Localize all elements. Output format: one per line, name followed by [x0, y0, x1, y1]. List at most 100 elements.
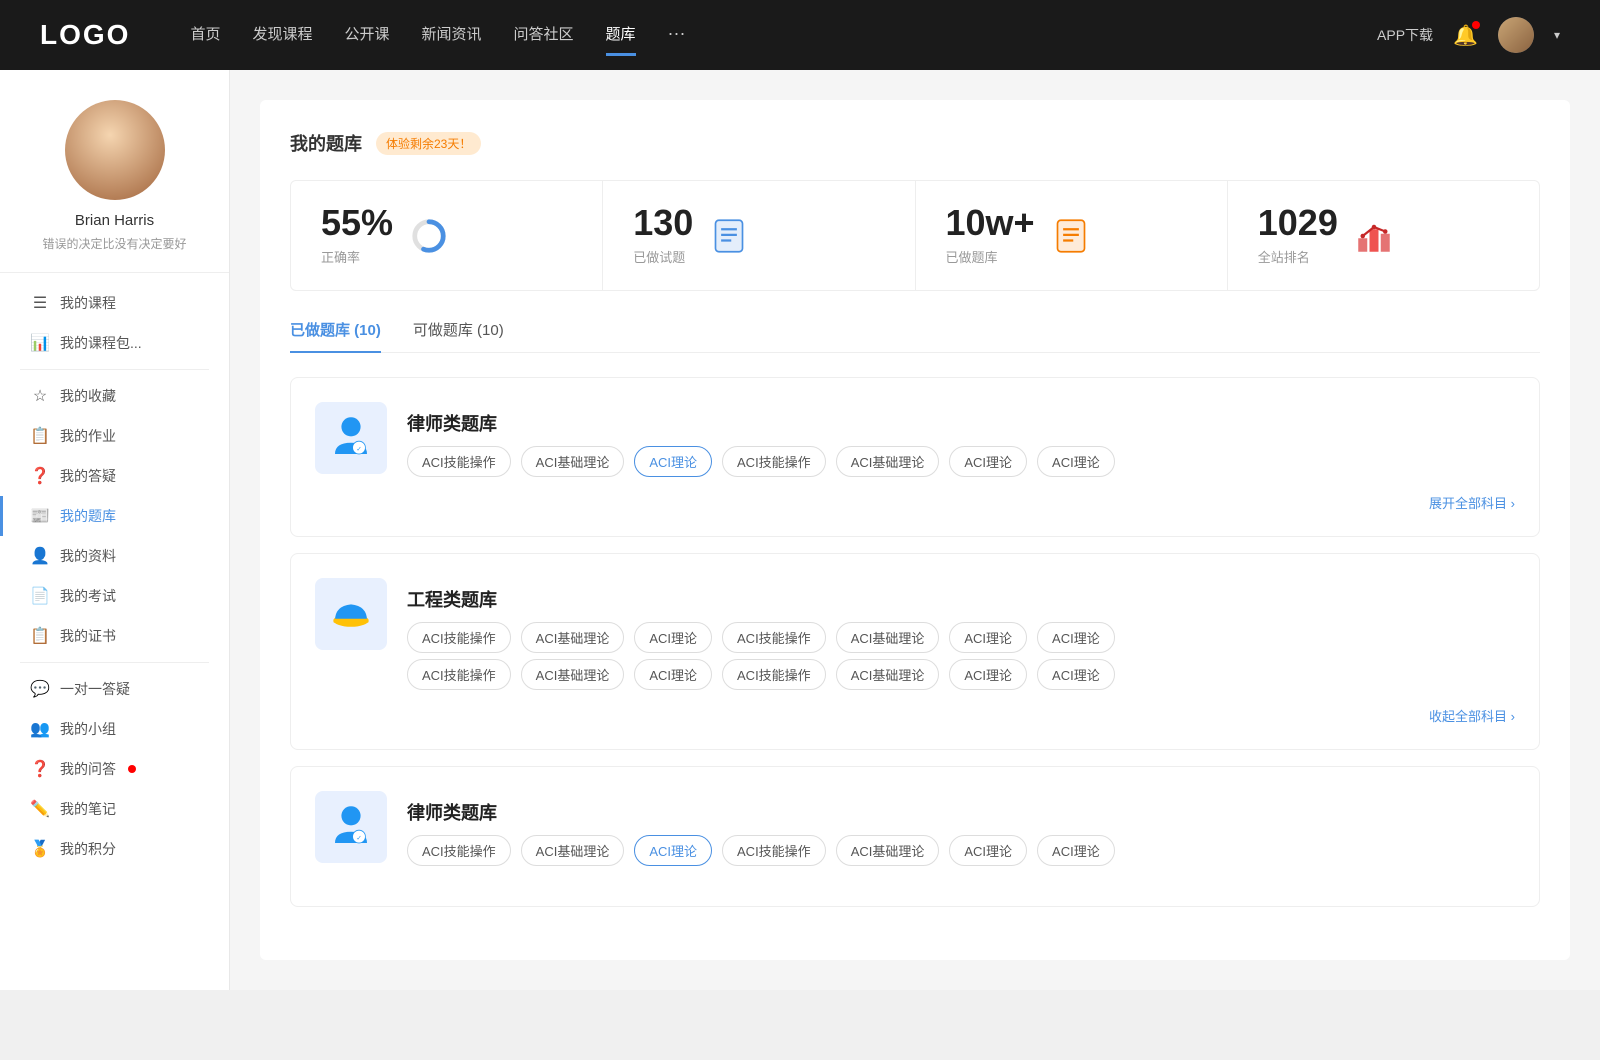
eng-tag-2[interactable]: ACI基础理论	[521, 622, 625, 653]
bank-title-engineering: 工程类题库	[407, 578, 1115, 612]
nav-more[interactable]: ···	[668, 23, 686, 48]
sidebar-item-homework[interactable]: 📋 我的作业	[0, 416, 229, 456]
stat-done-questions-label: 已做试题	[633, 247, 693, 266]
law2-tag-2[interactable]: ACI基础理论	[521, 835, 625, 866]
law2-tag-6[interactable]: ACI理论	[949, 835, 1027, 866]
my-questions-icon: ❓	[30, 759, 50, 779]
tag-aci-basic-theory-1[interactable]: ACI基础理论	[521, 446, 625, 477]
sidebar-item-favorites[interactable]: ☆ 我的收藏	[0, 376, 229, 416]
eng-tag-1[interactable]: ACI技能操作	[407, 622, 511, 653]
main-wrapper: Brian Harris 错误的决定比没有决定要好 ☰ 我的课程 📊 我的课程包…	[0, 70, 1600, 990]
nav-links: 首页 发现课程 公开课 新闻资讯 问答社区 题库 ···	[190, 23, 1377, 48]
eng-tag-10[interactable]: ACI理论	[634, 659, 712, 690]
bank-title-law-2: 律师类题库	[407, 791, 1115, 825]
sidebar-label-packages: 我的课程包...	[60, 333, 142, 353]
eng-tag-8[interactable]: ACI技能操作	[407, 659, 511, 690]
nav-open-course[interactable]: 公开课	[344, 23, 389, 48]
avatar-dropdown-chevron[interactable]: ▾	[1554, 28, 1560, 42]
nav-question-bank[interactable]: 题库	[606, 23, 636, 48]
page-title: 我的题库	[290, 130, 362, 156]
sidebar-label-tutoring: 一对一答疑	[60, 679, 130, 699]
eng-tag-13[interactable]: ACI理论	[949, 659, 1027, 690]
exams-icon: 📄	[30, 586, 50, 606]
law2-tag-1[interactable]: ACI技能操作	[407, 835, 511, 866]
law-bank-icon-1: ✓	[315, 402, 387, 474]
eng-tag-3[interactable]: ACI理论	[634, 622, 712, 653]
sidebar-item-profile-data[interactable]: 👤 我的资料	[0, 536, 229, 576]
tag-aci-skills-op-1[interactable]: ACI技能操作	[407, 446, 511, 477]
eng-tag-4[interactable]: ACI技能操作	[722, 622, 826, 653]
eng-tag-14[interactable]: ACI理论	[1037, 659, 1115, 690]
bank-card-law-1: ✓ 律师类题库 ACI技能操作 ACI基础理论 ACI理论 ACI技能操作 AC…	[290, 377, 1540, 537]
eng-tag-5[interactable]: ACI基础理论	[836, 622, 940, 653]
collapse-engineering[interactable]: 收起全部科目 ›	[315, 706, 1515, 725]
sidebar-item-points[interactable]: 🏅 我的积分	[0, 829, 229, 869]
sidebar-item-certificates[interactable]: 📋 我的证书	[0, 616, 229, 656]
tag-aci-theory-3[interactable]: ACI理论	[1037, 446, 1115, 477]
sidebar-item-my-questions[interactable]: ❓ 我的问答	[0, 749, 229, 789]
stat-accuracy-label: 正确率	[321, 247, 393, 266]
law2-tag-4[interactable]: ACI技能操作	[722, 835, 826, 866]
eng-tag-9[interactable]: ACI基础理论	[521, 659, 625, 690]
sidebar-label-points: 我的积分	[60, 839, 116, 859]
bank-card-law-2-header: ✓ 律师类题库 ACI技能操作 ACI基础理论 ACI理论 ACI技能操作 AC…	[315, 791, 1515, 866]
divider-2	[20, 662, 209, 663]
profile-data-icon: 👤	[30, 546, 50, 566]
eng-tag-11[interactable]: ACI技能操作	[722, 659, 826, 690]
sidebar-item-question-bank[interactable]: 📰 我的题库	[0, 496, 229, 536]
eng-tag-6[interactable]: ACI理论	[949, 622, 1027, 653]
sidebar-item-packages[interactable]: 📊 我的课程包...	[0, 323, 229, 363]
eng-tag-7[interactable]: ACI理论	[1037, 622, 1115, 653]
logo: LOGO	[40, 19, 130, 51]
profile-name: Brian Harris	[75, 212, 154, 229]
bank-tags-law-2: ACI技能操作 ACI基础理论 ACI理论 ACI技能操作 ACI基础理论 AC…	[407, 835, 1115, 866]
tag-aci-skills-op-2[interactable]: ACI技能操作	[722, 446, 826, 477]
main-content: 我的题库 体验剩余23天！ 55% 正确率	[230, 70, 1600, 990]
bank-card-law-1-header: ✓ 律师类题库 ACI技能操作 ACI基础理论 ACI理论 ACI技能操作 AC…	[315, 402, 1515, 477]
nav-courses[interactable]: 发现课程	[252, 23, 312, 48]
notification-bell[interactable]: 🔔	[1453, 23, 1478, 48]
nav-home[interactable]: 首页	[190, 23, 220, 48]
questions-badge	[128, 765, 136, 773]
stat-accuracy-value: 55%	[321, 205, 393, 241]
app-download-button[interactable]: APP下载	[1377, 25, 1433, 45]
nav-news[interactable]: 新闻资讯	[422, 23, 482, 48]
avatar-image	[65, 100, 165, 200]
sidebar-item-qa[interactable]: ❓ 我的答疑	[0, 456, 229, 496]
tab-done[interactable]: 已做题库 (10)	[290, 319, 381, 352]
navbar-right: APP下载 🔔 ▾	[1377, 17, 1560, 53]
stat-ranking-value: 1029	[1258, 205, 1338, 241]
stat-done-banks-text: 10w+ 已做题库	[946, 205, 1035, 266]
sidebar-item-courses[interactable]: ☰ 我的课程	[0, 283, 229, 323]
sidebar-label-groups: 我的小组	[60, 719, 116, 739]
stat-done-banks-value: 10w+	[946, 205, 1035, 241]
sidebar-item-notes[interactable]: ✏️ 我的笔记	[0, 789, 229, 829]
bank-tags-law-1: ACI技能操作 ACI基础理论 ACI理论 ACI技能操作 ACI基础理论 AC…	[407, 446, 1115, 477]
tutoring-icon: 💬	[30, 679, 50, 699]
expand-law-1[interactable]: 展开全部科目 ›	[315, 493, 1515, 512]
ranking-icon	[1354, 216, 1394, 256]
tab-available[interactable]: 可做题库 (10)	[413, 319, 504, 352]
bank-card-law-2: ✓ 律师类题库 ACI技能操作 ACI基础理论 ACI理论 ACI技能操作 AC…	[290, 766, 1540, 907]
tag-aci-theory-2[interactable]: ACI理论	[949, 446, 1027, 477]
tag-aci-basic-theory-2[interactable]: ACI基础理论	[836, 446, 940, 477]
sidebar-item-groups[interactable]: 👥 我的小组	[0, 709, 229, 749]
tag-aci-theory-1[interactable]: ACI理论	[634, 446, 712, 477]
stat-done-banks-label: 已做题库	[946, 247, 1035, 266]
notification-dot	[1472, 21, 1480, 29]
avatar[interactable]	[1498, 17, 1534, 53]
law2-tag-7[interactable]: ACI理论	[1037, 835, 1115, 866]
stat-done-questions-text: 130 已做试题	[633, 205, 693, 266]
law2-tag-5[interactable]: ACI基础理论	[836, 835, 940, 866]
bank-card-law-1-info: 律师类题库 ACI技能操作 ACI基础理论 ACI理论 ACI技能操作 ACI基…	[407, 402, 1115, 477]
divider-1	[20, 369, 209, 370]
nav-qa[interactable]: 问答社区	[514, 23, 574, 48]
notes-icon: ✏️	[30, 799, 50, 819]
sidebar-item-exams[interactable]: 📄 我的考试	[0, 576, 229, 616]
sidebar-item-tutoring[interactable]: 💬 一对一答疑	[0, 669, 229, 709]
law2-tag-3[interactable]: ACI理论	[634, 835, 712, 866]
certificates-icon: 📋	[30, 626, 50, 646]
eng-tag-12[interactable]: ACI基础理论	[836, 659, 940, 690]
question-bank-tabs: 已做题库 (10) 可做题库 (10)	[290, 319, 1540, 353]
stat-accuracy: 55% 正确率	[291, 181, 603, 290]
